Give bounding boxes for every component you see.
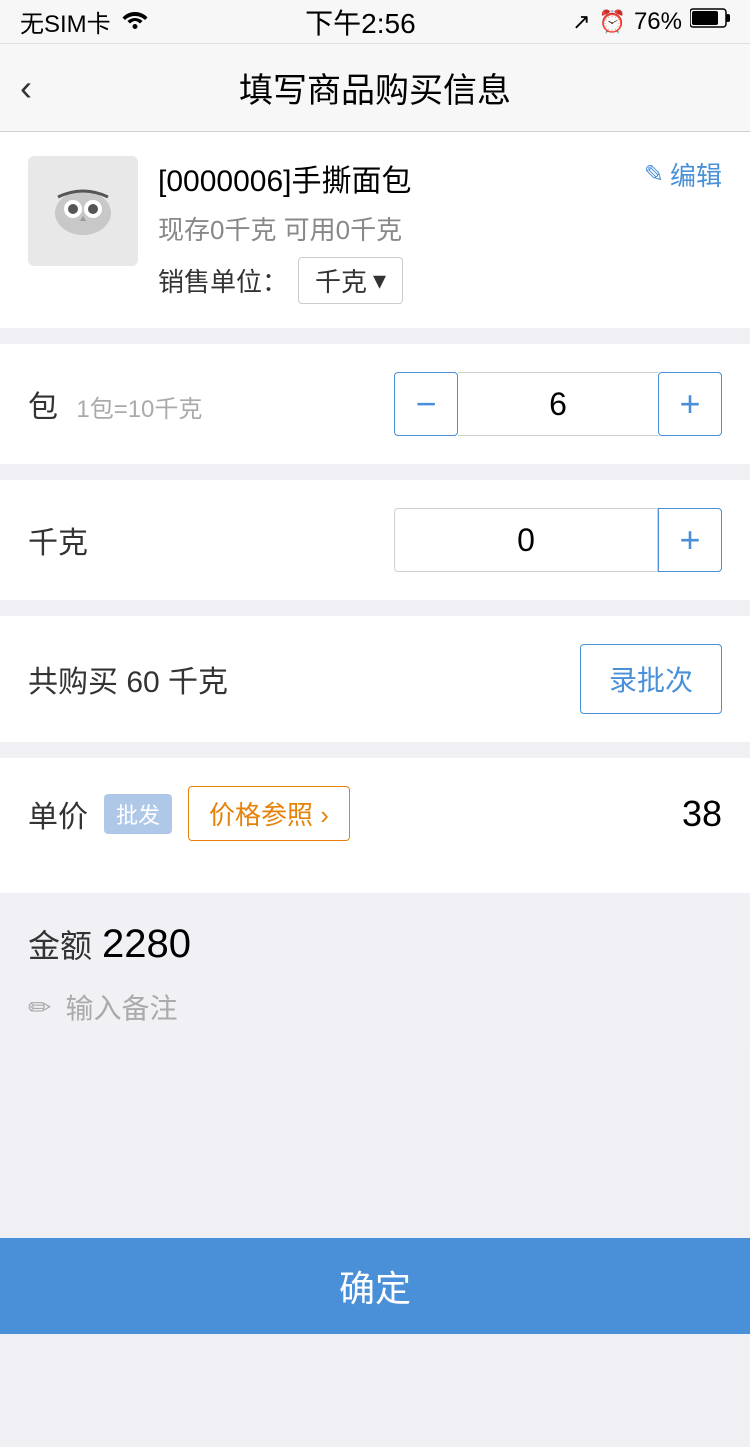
summary-text: 共购买 60 千克 [28,657,228,701]
edit-button[interactable]: ✎ 编辑 [644,156,722,193]
status-time: 下午2:56 [305,2,416,42]
summary-row: 共购买 60 千克 录批次 [0,616,750,742]
kg-input-section: 千克 + [0,480,750,600]
status-left: 无SIM卡 [20,4,149,39]
product-card: [0000006]手撕面包 现存0千克 可用0千克 销售单位： 千克 ▾ ✎ 编… [0,132,750,328]
kg-increment-button[interactable]: + [658,508,722,572]
bao-increment-button[interactable]: + [658,372,722,436]
product-name: [0000006]手撕面包 [158,156,722,200]
chevron-down-icon: ▾ [373,265,386,296]
product-info: [0000006]手撕面包 现存0千克 可用0千克 销售单位： 千克 ▾ [158,156,722,304]
pencil-icon: ✏ [28,991,51,1024]
wifi-icon [121,7,149,36]
unit-label: 销售单位： [158,262,288,299]
battery-label: 76% [634,8,682,36]
amount-row: 金额 2280 [28,921,722,967]
battery-icon [690,7,730,36]
bao-qty-control: − + [394,372,722,436]
page-title: 填写商品购买信息 [239,63,511,112]
nav-bar: ‹ 填写商品购买信息 [0,44,750,132]
product-stock: 现存0千克 可用0千克 [158,210,722,247]
unit-select[interactable]: 千克 ▾ [298,257,403,304]
bao-input-section: 包 1包=10千克 − + [0,344,750,464]
batch-button[interactable]: 录批次 [580,644,722,714]
location-icon: ↗ [572,9,590,35]
batch-tag: 批发 [104,794,172,834]
price-ref-button[interactable]: 价格参照 › [188,786,350,841]
carrier-label: 无SIM卡 [20,4,111,39]
bao-qty-input[interactable] [458,372,658,436]
amount-label: 金额 [28,921,92,967]
price-label: 单价 批发 价格参照 › [28,786,350,841]
kg-row: 千克 + [0,480,750,600]
bao-label: 包 1包=10千克 [28,382,394,426]
price-value: 38 [682,793,722,835]
status-bar: 无SIM卡 下午2:56 ↗ ⏰ 76% [0,0,750,44]
kg-qty-control: + [394,508,722,572]
back-button[interactable]: ‹ [20,67,32,109]
product-unit: 销售单位： 千克 ▾ [158,257,722,304]
remark-placeholder: 输入备注 [65,987,177,1027]
status-right: ↗ ⏰ 76% [572,7,730,36]
alarm-icon: ⏰ [599,9,626,35]
bao-row: 包 1包=10千克 − + [0,344,750,464]
kg-label: 千克 [28,518,394,562]
amount-value: 2280 [102,922,191,967]
product-thumbnail [28,156,138,266]
bao-decrement-button[interactable]: − [394,372,458,436]
edit-icon: ✎ [644,160,664,189]
remark-row[interactable]: ✏ 输入备注 [28,987,722,1027]
amount-section: 金额 2280 ✏ 输入备注 [0,893,750,1047]
price-row: 单价 批发 价格参照 › 38 [28,786,722,841]
price-section: 单价 批发 价格参照 › 38 [0,758,750,893]
kg-qty-input[interactable] [394,508,658,572]
confirm-button[interactable]: 确定 [0,1238,750,1334]
bao-hint: 1包=10千克 [76,396,202,423]
